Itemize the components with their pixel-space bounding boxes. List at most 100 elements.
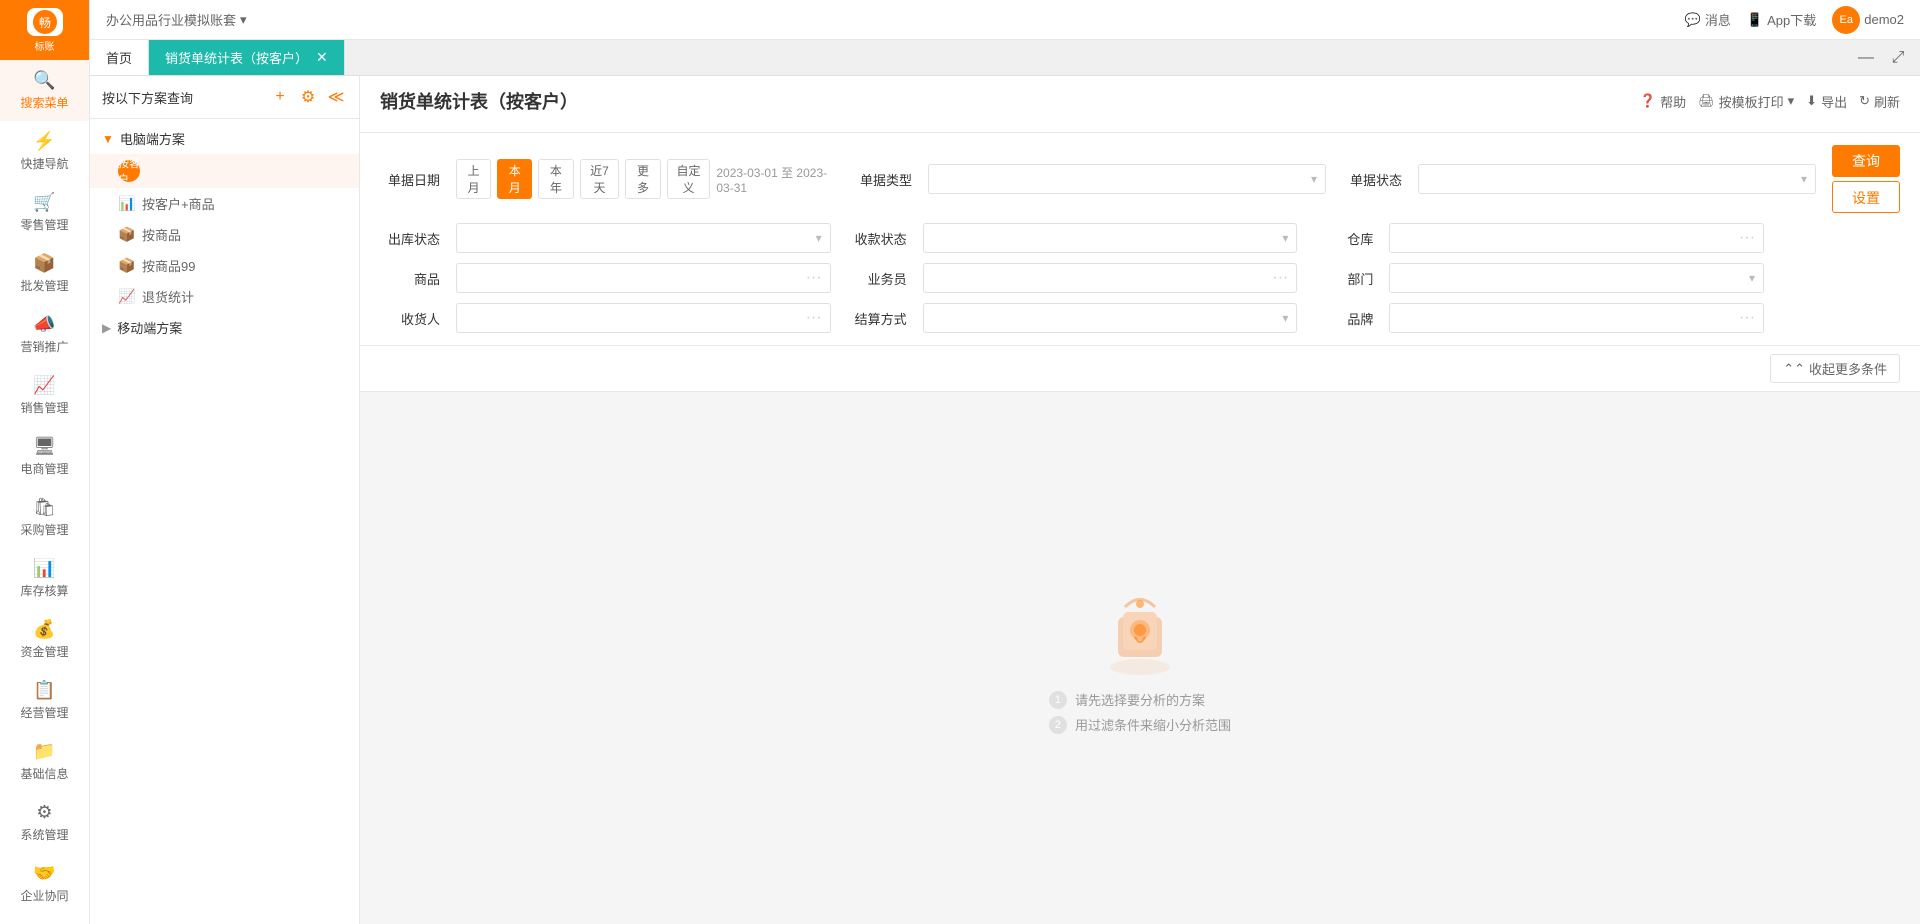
setting-btn[interactable]: 设置: [1832, 181, 1900, 213]
dept-label: 部门: [1313, 269, 1373, 288]
app-download-btn[interactable]: 📱 App下载: [1747, 10, 1816, 29]
search-btn[interactable]: 查询: [1832, 145, 1900, 177]
brand-input[interactable]: ···: [1389, 303, 1764, 333]
scheme-icon: 📦: [118, 226, 136, 244]
tab-minimize-btn[interactable]: —: [1854, 46, 1878, 70]
sidebar-item-label: 基础信息: [20, 765, 68, 782]
scheme-group-desktop: ▼ 电脑端方案 按客户 📊 按客户+商品 📦 按商品: [90, 123, 359, 312]
tab-actions: — ⤢: [1844, 46, 1920, 70]
scheme-item-by-customer[interactable]: 按客户: [90, 154, 359, 188]
scheme-item-return-stats[interactable]: 📈 退货统计: [90, 281, 359, 312]
industry-dropdown[interactable]: 办公用品行业模拟账套 ▾: [106, 10, 247, 29]
content-area: 按以下方案查询 + ⚙ ≪ ▼ 电脑端方案 按客户: [90, 76, 1920, 924]
tab-maximize-btn[interactable]: ⤢: [1886, 46, 1910, 70]
sidebar-item-sales[interactable]: 📈 销售管理: [0, 365, 89, 426]
doc-status-dropdown-icon: ▾: [1801, 172, 1807, 186]
salesman-input[interactable]: ···: [923, 263, 1298, 293]
inventory-icon: 📊: [33, 558, 55, 579]
scheme-group-mobile-header[interactable]: ▶ 移动端方案: [90, 312, 359, 343]
doc-status-select[interactable]: ▾: [1418, 164, 1816, 194]
left-panel-actions: + ⚙ ≪: [269, 86, 347, 108]
sidebar-item-marketing[interactable]: 📣 营销推广: [0, 304, 89, 365]
export-btn[interactable]: ⬇ 导出: [1806, 92, 1847, 111]
tab-close-icon[interactable]: ✕: [316, 49, 328, 66]
sidebar-item-finance[interactable]: 💰 资金管理: [0, 609, 89, 670]
product-ellipsis[interactable]: ···: [806, 269, 822, 287]
product-input[interactable]: ···: [456, 263, 831, 293]
refresh-btn[interactable]: ↻ 刷新: [1859, 92, 1900, 111]
sidebar-item-purchase[interactable]: 🛍 采购管理: [0, 487, 89, 548]
sidebar-item-label: 采购管理: [20, 521, 68, 538]
collapse-more-btn[interactable]: ⌃⌃ 收起更多条件: [1770, 354, 1900, 383]
scheme-settings-btn[interactable]: ⚙: [297, 86, 319, 108]
sidebar-item-search-menu[interactable]: 🔍 搜索菜单: [0, 60, 89, 121]
sidebar-item-operation[interactable]: 📋 经营管理: [0, 670, 89, 731]
scheme-item-by-product-99[interactable]: 📦 按商品99: [90, 250, 359, 281]
payment-method-dropdown-icon: ▾: [1282, 311, 1288, 325]
sidebar-item-wholesale[interactable]: 📦 批发管理: [0, 243, 89, 304]
page-title: 销货单统计表（按客户）: [380, 88, 578, 114]
receiver-ellipsis[interactable]: ···: [806, 309, 822, 327]
scheme-item-label: 按商品99: [142, 256, 195, 275]
date-btn-more[interactable]: 更多: [625, 159, 660, 199]
scheme-icon: 📈: [118, 288, 136, 306]
dept-select[interactable]: ▾: [1389, 263, 1764, 293]
out-stock-select[interactable]: ▾: [456, 223, 831, 253]
sidebar-item-system[interactable]: ⚙ 系统管理: [0, 792, 89, 853]
empty-hint-1: 1 请先选择要分析的方案: [1049, 690, 1231, 709]
filter-row-3: 商品 ··· 业务员 ··· 部门 ▾: [380, 263, 1900, 293]
sidebar-item-label: 库存核算: [20, 582, 68, 599]
date-btn-custom[interactable]: 自定义: [667, 159, 711, 199]
salesman-ellipsis[interactable]: ···: [1272, 269, 1288, 287]
tab-sales-stats[interactable]: 销货单统计表（按客户） ✕: [149, 40, 345, 75]
sidebar-item-quick-nav[interactable]: ⚡ 快捷导航: [0, 121, 89, 182]
brand-ellipsis[interactable]: ···: [1739, 309, 1755, 327]
sidebar-item-retail[interactable]: 🛒 零售管理: [0, 182, 89, 243]
svg-text:畅: 畅: [38, 16, 50, 30]
sidebar-item-enterprise[interactable]: 🤝 企业协同: [0, 853, 89, 914]
topbar-right: 💬 消息 📱 App下载 Ea demo2: [1685, 6, 1904, 34]
export-icon: ⬇: [1806, 93, 1817, 109]
collapse-panel-btn[interactable]: ≪: [325, 86, 347, 108]
date-btn-this-month[interactable]: 本月: [497, 159, 532, 199]
avatar: Ea: [1832, 6, 1860, 34]
sidebar: 畅 标账 🔍 搜索菜单 ⚡ 快捷导航 🛒 零售管理 📦 批发管理 📣 营销推广 …: [0, 0, 90, 924]
app-download-label: App下载: [1767, 10, 1816, 29]
warehouse-label: 仓库: [1313, 229, 1373, 248]
date-btn-last-month[interactable]: 上月: [456, 159, 491, 199]
date-btn-last-7[interactable]: 近7天: [580, 159, 620, 199]
add-scheme-btn[interactable]: +: [269, 86, 291, 108]
ecommerce-icon: 🖥: [33, 436, 56, 457]
scheme-item-by-customer-product[interactable]: 📊 按客户+商品: [90, 188, 359, 219]
sidebar-item-basic[interactable]: 📁 基础信息: [0, 731, 89, 792]
sidebar-item-new-user[interactable]: 🎯 新手引导: [0, 914, 89, 924]
user-profile[interactable]: Ea demo2: [1832, 6, 1904, 34]
scheme-group-desktop-header[interactable]: ▼ 电脑端方案: [90, 123, 359, 154]
active-scheme-icon: 按客户: [118, 160, 140, 182]
help-btn[interactable]: ❓ 帮助: [1640, 92, 1686, 111]
template-print-btn[interactable]: 🖨 按模板打印 ▾: [1698, 92, 1794, 111]
scheme-group-mobile-label: 移动端方案: [117, 318, 182, 337]
date-btn-this-year[interactable]: 本年: [538, 159, 573, 199]
message-btn[interactable]: 💬 消息: [1685, 10, 1731, 29]
sidebar-nav: 🔍 搜索菜单 ⚡ 快捷导航 🛒 零售管理 📦 批发管理 📣 营销推广 📈 销售管…: [0, 60, 89, 924]
sidebar-item-label: 电商管理: [20, 460, 68, 477]
receiver-input[interactable]: ···: [456, 303, 831, 333]
page-header-top: 销货单统计表（按客户） ❓ 帮助 🖨 按模板打印 ▾ ⬇: [380, 88, 1900, 114]
sidebar-item-label: 销售管理: [20, 399, 68, 416]
sidebar-item-ecommerce[interactable]: 🖥 电商管理: [0, 426, 89, 487]
doc-type-select[interactable]: ▾: [928, 164, 1326, 194]
scheme-icon: 📊: [118, 195, 136, 213]
warehouse-input[interactable]: ···: [1389, 223, 1764, 253]
topbar-left: 办公用品行业模拟账套 ▾: [106, 10, 247, 29]
payment-status-label: 收款状态: [847, 229, 907, 248]
sidebar-item-inventory[interactable]: 📊 库存核算: [0, 548, 89, 609]
doc-type-dropdown-icon: ▾: [1311, 172, 1317, 186]
warehouse-ellipsis[interactable]: ···: [1739, 229, 1755, 247]
date-range-text: 2023-03-01 至 2023-03-31: [716, 164, 836, 195]
payment-status-select[interactable]: ▾: [923, 223, 1298, 253]
scheme-group-desktop-label: 电脑端方案: [120, 129, 185, 148]
scheme-item-by-product[interactable]: 📦 按商品: [90, 219, 359, 250]
payment-method-select[interactable]: ▾: [923, 303, 1298, 333]
tab-home[interactable]: 首页: [90, 40, 149, 75]
